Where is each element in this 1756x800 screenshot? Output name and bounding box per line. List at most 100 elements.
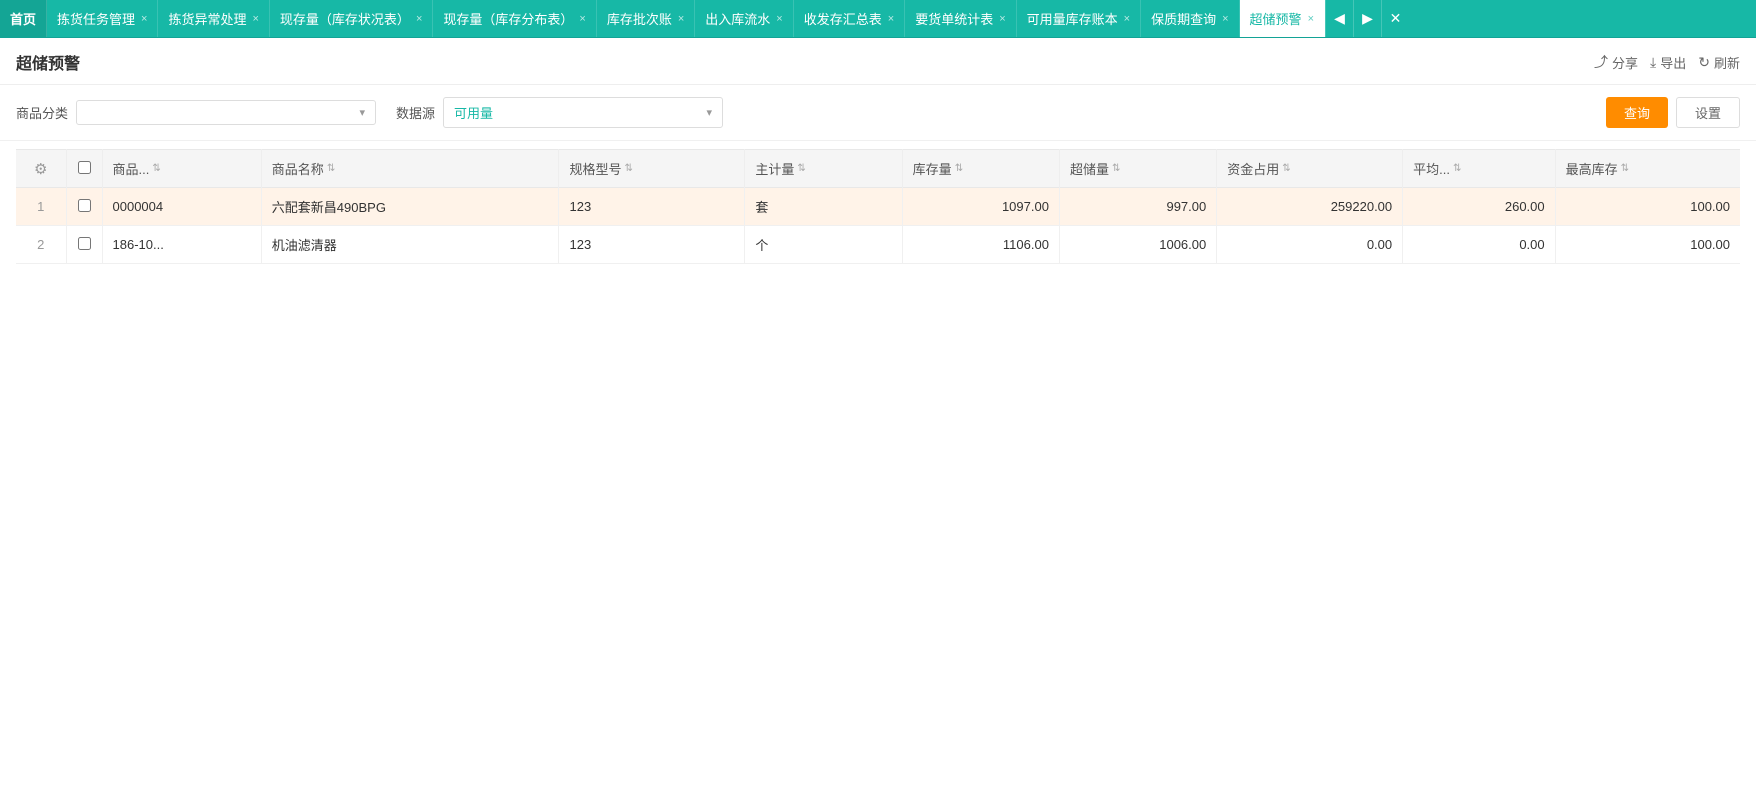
header-actions: ⤴ 分享 ⤓ 导出 ↻ 刷新 xyxy=(1594,52,1740,72)
nav-item-available-account[interactable]: 可用量库存账本 × xyxy=(1017,0,1141,37)
filter-actions: 查询 设置 xyxy=(1606,97,1740,128)
close-icon[interactable]: × xyxy=(999,13,1005,25)
th-gear: ⚙ xyxy=(16,150,66,188)
category-select[interactable]: ▾ xyxy=(76,100,376,125)
row-checkbox[interactable] xyxy=(78,199,91,212)
datasource-select[interactable]: 可用量 ▾ xyxy=(443,97,723,128)
table-body: 1 0000004 六配套新昌490BPG 123 套 1097.00 997.… xyxy=(16,188,1740,264)
th-stock-qty[interactable]: 库存量 ⇅ xyxy=(902,150,1059,188)
row-index: 2 xyxy=(16,226,66,264)
nav-item-pick-exception[interactable]: 拣货异常处理 × xyxy=(158,0,269,37)
close-icon[interactable]: × xyxy=(888,13,894,25)
nav-item-shelf-life[interactable]: 保质期查询 × xyxy=(1141,0,1239,37)
sort-icon: ⇅ xyxy=(1621,163,1629,174)
filter-area: 商品分类 ▾ 数据源 可用量 ▾ 查询 设置 xyxy=(0,85,1756,141)
close-icon[interactable]: × xyxy=(252,13,258,25)
refresh-button[interactable]: ↻ 刷新 xyxy=(1698,53,1740,72)
nav-item-stock-dist[interactable]: 现存量（库存分布表） × xyxy=(433,0,596,37)
share-button[interactable]: ⤴ 分享 xyxy=(1594,52,1638,72)
datasource-filter-group: 数据源 可用量 ▾ xyxy=(396,97,723,128)
th-overstock-qty[interactable]: 超储量 ⇅ xyxy=(1059,150,1216,188)
chevron-down-icon: ▾ xyxy=(707,106,713,119)
row-stock-qty: 1097.00 xyxy=(902,188,1059,226)
row-avg: 0.00 xyxy=(1403,226,1555,264)
nav-item-batch-account[interactable]: 库存批次账 × xyxy=(597,0,695,37)
close-icon[interactable]: × xyxy=(678,13,684,25)
nav-arrow-left[interactable]: ◀ xyxy=(1325,0,1353,37)
select-all-checkbox[interactable] xyxy=(78,161,91,174)
close-icon[interactable]: × xyxy=(416,13,422,25)
nav-item-pick-task[interactable]: 拣货任务管理 × xyxy=(47,0,158,37)
nav-item-home[interactable]: 首页 xyxy=(0,0,47,37)
sort-icon: ⇅ xyxy=(327,163,335,174)
sort-icon: ⇅ xyxy=(1112,163,1120,174)
nav-close-all[interactable]: ✕ xyxy=(1381,0,1409,37)
row-overstock-qty: 1006.00 xyxy=(1059,226,1216,264)
sort-icon: ⇅ xyxy=(1453,163,1461,174)
row-unit: 个 xyxy=(745,226,902,264)
row-product-code: 0000004 xyxy=(102,188,261,226)
th-unit[interactable]: 主计量 ⇅ xyxy=(745,150,902,188)
refresh-icon: ↻ xyxy=(1698,54,1710,71)
row-spec: 123 xyxy=(559,188,745,226)
nav-item-overstock-warning[interactable]: 超储预警 × xyxy=(1240,0,1325,37)
sort-icon: ⇅ xyxy=(797,163,805,174)
sort-icon: ⇅ xyxy=(625,163,633,174)
row-capital-used: 0.00 xyxy=(1217,226,1403,264)
th-checkbox xyxy=(66,150,102,188)
share-icon: ⤴ xyxy=(1594,52,1608,72)
th-product-code[interactable]: 商品... ⇅ xyxy=(102,150,261,188)
nav-item-stock-status[interactable]: 现存量（库存状况表） × xyxy=(270,0,433,37)
row-max-stock: 100.00 xyxy=(1555,188,1740,226)
nav-arrow-right[interactable]: ▶ xyxy=(1353,0,1381,37)
nav-item-summary[interactable]: 收发存汇总表 × xyxy=(794,0,905,37)
close-icon[interactable]: × xyxy=(141,13,147,25)
row-product-code: 186-10... xyxy=(102,226,261,264)
close-icon[interactable]: × xyxy=(1308,13,1314,25)
row-capital-used: 259220.00 xyxy=(1217,188,1403,226)
table-row: 2 186-10... 机油滤清器 123 个 1106.00 1006.00 … xyxy=(16,226,1740,264)
row-index: 1 xyxy=(16,188,66,226)
sort-icon: ⇅ xyxy=(152,163,160,174)
close-icon[interactable]: × xyxy=(579,13,585,25)
gear-icon[interactable]: ⚙ xyxy=(34,161,47,178)
category-label: 商品分类 xyxy=(16,103,68,122)
row-overstock-qty: 997.00 xyxy=(1059,188,1216,226)
nav-item-inout-flow[interactable]: 出入库流水 × xyxy=(695,0,793,37)
row-unit: 套 xyxy=(745,188,902,226)
query-button[interactable]: 查询 xyxy=(1606,97,1668,128)
row-max-stock: 100.00 xyxy=(1555,226,1740,264)
overstock-table: ⚙ 商品... ⇅ 商品名称 ⇅ xyxy=(16,149,1740,264)
row-product-name: 机油滤清器 xyxy=(261,226,559,264)
table-row: 1 0000004 六配套新昌490BPG 123 套 1097.00 997.… xyxy=(16,188,1740,226)
export-button[interactable]: ⤓ 导出 xyxy=(1650,53,1686,72)
th-capital-used[interactable]: 资金占用 ⇅ xyxy=(1217,150,1403,188)
category-filter-group: 商品分类 ▾ xyxy=(16,100,376,125)
table-header-row: ⚙ 商品... ⇅ 商品名称 ⇅ xyxy=(16,150,1740,188)
close-icon[interactable]: × xyxy=(776,13,782,25)
close-icon[interactable]: × xyxy=(1222,13,1228,25)
row-checkbox-cell xyxy=(66,188,102,226)
close-icon[interactable]: × xyxy=(1124,13,1130,25)
row-avg: 260.00 xyxy=(1403,188,1555,226)
row-spec: 123 xyxy=(559,226,745,264)
datasource-label: 数据源 xyxy=(396,103,435,122)
page-header: 超储预警 ⤴ 分享 ⤓ 导出 ↻ 刷新 xyxy=(0,38,1756,85)
row-checkbox-cell xyxy=(66,226,102,264)
table-container: ⚙ 商品... ⇅ 商品名称 ⇅ xyxy=(0,149,1756,264)
th-max-stock[interactable]: 最高库存 ⇅ xyxy=(1555,150,1740,188)
th-spec[interactable]: 规格型号 ⇅ xyxy=(559,150,745,188)
th-avg[interactable]: 平均... ⇅ xyxy=(1403,150,1555,188)
row-product-name: 六配套新昌490BPG xyxy=(261,188,559,226)
nav-bar: 首页 拣货任务管理 × 拣货异常处理 × 现存量（库存状况表） × 现存量（库存… xyxy=(0,0,1756,38)
page-title: 超储预警 xyxy=(16,50,80,74)
row-stock-qty: 1106.00 xyxy=(902,226,1059,264)
sort-icon: ⇅ xyxy=(955,163,963,174)
th-product-name[interactable]: 商品名称 ⇅ xyxy=(261,150,559,188)
row-checkbox[interactable] xyxy=(78,237,91,250)
sort-icon: ⇅ xyxy=(1282,163,1290,174)
setting-button[interactable]: 设置 xyxy=(1676,97,1740,128)
nav-item-order-stat[interactable]: 要货单统计表 × xyxy=(905,0,1016,37)
export-icon: ⤓ xyxy=(1650,54,1656,71)
datasource-value: 可用量 xyxy=(454,103,493,122)
